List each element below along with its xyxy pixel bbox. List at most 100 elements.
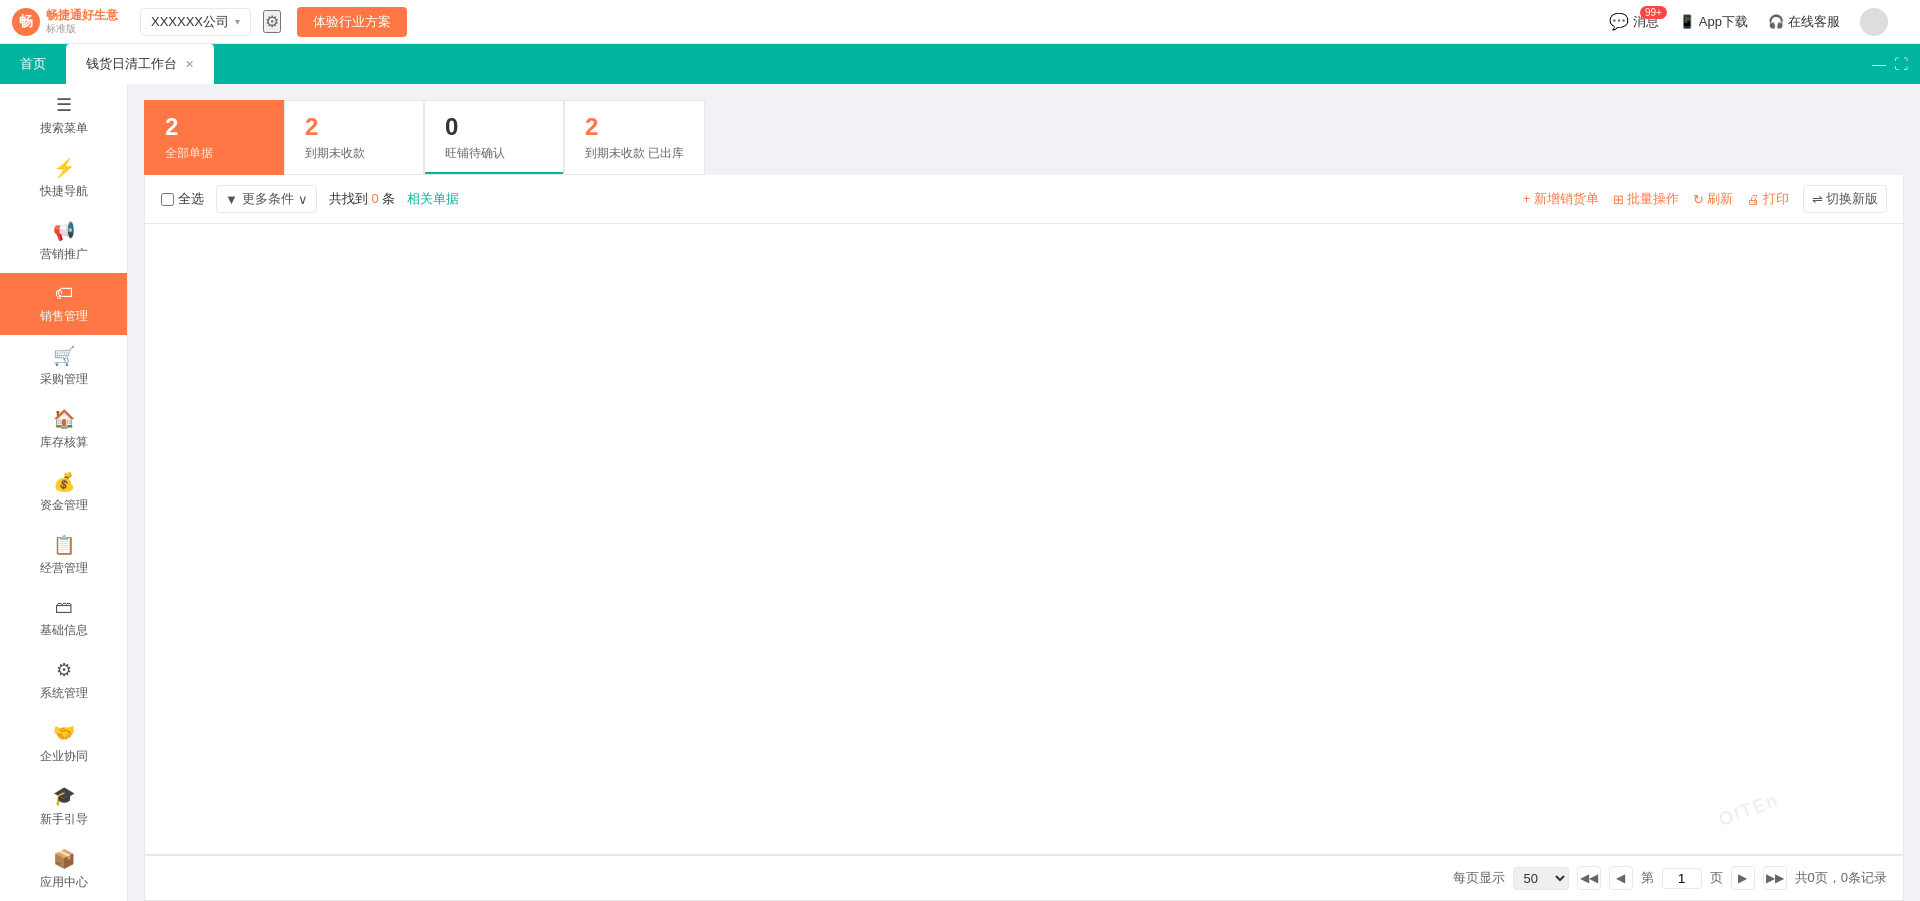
stat-num-wangpu: 0 <box>445 113 543 141</box>
toolbar: 全选 ▼ 更多条件 ∨ 共找到 0 条 相关单据 + 新增销货单 ⊞ 批量操作 <box>144 175 1904 224</box>
filter-icon: ▼ <box>225 192 238 207</box>
company-selector[interactable]: XXXXXX公司 ▾ <box>140 8 251 36</box>
table-area <box>144 224 1904 855</box>
refresh-icon: ↻ <box>1693 192 1704 207</box>
sidebar-label-inventory: 库存核算 <box>40 434 88 451</box>
select-all-area[interactable]: 全选 <box>161 190 204 208</box>
stat-num-overdue-out: 2 <box>585 113 684 141</box>
sidebar-item-newguide[interactable]: 🎓 新手引导 <box>0 775 127 838</box>
stat-num-all: 2 <box>165 113 263 141</box>
sidebar-label-marketing: 营销推广 <box>40 246 88 263</box>
page-input[interactable] <box>1662 868 1702 889</box>
prev-page-btn[interactable]: ◀ <box>1609 866 1633 890</box>
main-layout: ☰ 搜索菜单 ⚡ 快捷导航 📢 营销推广 🏷 销售管理 🛒 采购管理 🏠 库存核… <box>0 84 1920 901</box>
logo-main: 畅捷通好生意 <box>46 8 118 22</box>
app-download-label: App下载 <box>1699 13 1748 31</box>
switch-label: 切换新版 <box>1826 190 1878 208</box>
maximize-icon[interactable]: ⛶ <box>1894 56 1908 72</box>
sidebar-item-enterprise[interactable]: 🤝 企业协同 <box>0 712 127 775</box>
logo-text: 畅捷通好生意 标准版 <box>46 8 118 34</box>
stats-cards: 2 全部单据 2 到期未收款 0 旺铺待确认 2 到期未收款 已出库 <box>128 84 1920 175</box>
nav-tabs: 首页 钱货日清工作台 ✕ — ⛶ <box>0 44 1920 84</box>
add-btn[interactable]: + 新增销货单 <box>1523 190 1599 208</box>
settings-button[interactable]: ⚙ <box>263 10 281 33</box>
switch-icon: ⇌ <box>1812 192 1823 207</box>
close-tab-icon[interactable]: ✕ <box>185 58 194 71</box>
filter-label: 更多条件 <box>242 190 294 208</box>
chevron-down-icon: ▾ <box>235 16 240 27</box>
per-page-select[interactable]: 50 100 200 <box>1513 867 1569 890</box>
sidebar-item-system[interactable]: ⚙ 系统管理 <box>0 649 127 712</box>
batch-icon: ⊞ <box>1613 192 1624 207</box>
bell-icon: 💬 <box>1609 12 1629 31</box>
sidebar-item-appcenter[interactable]: 📦 应用中心 <box>0 838 127 901</box>
tab-qianhuo[interactable]: 钱货日清工作台 ✕ <box>66 44 214 84</box>
filter-btn[interactable]: ▼ 更多条件 ∨ <box>216 185 317 213</box>
select-all-label: 全选 <box>178 190 204 208</box>
batch-btn[interactable]: ⊞ 批量操作 <box>1613 190 1679 208</box>
sidebar-item-inventory[interactable]: 🏠 库存核算 <box>0 398 127 461</box>
sidebar-item-search[interactable]: ☰ 搜索菜单 <box>0 84 127 147</box>
stat-card-all[interactable]: 2 全部单据 <box>144 100 284 175</box>
sidebar-label-basics: 基础信息 <box>40 622 88 639</box>
stat-card-overdue[interactable]: 2 到期未收款 <box>284 100 424 175</box>
found-count-num: 0 <box>372 191 379 206</box>
headset-icon: 🎧 <box>1768 14 1784 29</box>
sidebar-item-finance[interactable]: 💰 资金管理 <box>0 461 127 524</box>
toolbar-right: + 新增销货单 ⊞ 批量操作 ↻ 刷新 🖨 打印 ⇌ 切换新版 <box>1523 185 1887 213</box>
sidebar-label-operations: 经营管理 <box>40 560 88 577</box>
per-page-label: 每页显示 <box>1453 869 1505 887</box>
phone-icon: 📱 <box>1679 14 1695 29</box>
content-area: 2 全部单据 2 到期未收款 0 旺铺待确认 2 到期未收款 已出库 全选 <box>128 84 1920 901</box>
notification-area[interactable]: 💬 消息 99+ <box>1609 12 1659 31</box>
company-name: XXXXXX公司 <box>151 13 229 31</box>
sidebar-item-operations[interactable]: 📋 经营管理 <box>0 524 127 587</box>
sidebar-item-basics[interactable]: 🗃 基础信息 <box>0 587 127 649</box>
refresh-label: 刷新 <box>1707 190 1733 208</box>
related-btn[interactable]: 相关单据 <box>407 190 459 208</box>
top-header: 畅 畅捷通好生意 标准版 XXXXXX公司 ▾ ⚙ 体验行业方案 💬 消息 99… <box>0 0 1920 44</box>
search-icon: ☰ <box>56 94 72 116</box>
select-all-checkbox[interactable] <box>161 193 174 206</box>
header-right: 💬 消息 99+ 📱 App下载 🎧 在线客服 <box>1609 8 1908 36</box>
tab-indicator-all <box>145 172 283 174</box>
sidebar-item-quicknav[interactable]: ⚡ 快捷导航 <box>0 147 127 210</box>
last-page-btn[interactable]: ▶▶ <box>1763 866 1787 890</box>
tab-home[interactable]: 首页 <box>0 44 66 84</box>
minimize-icon[interactable]: — <box>1872 56 1886 72</box>
online-service-label: 在线客服 <box>1788 13 1840 31</box>
stat-num-overdue: 2 <box>305 113 403 141</box>
sidebar-label-purchase: 采购管理 <box>40 371 88 388</box>
next-page-btn[interactable]: ▶ <box>1731 866 1755 890</box>
total-info: 共0页，0条记录 <box>1795 869 1887 887</box>
page-suffix: 页 <box>1710 869 1723 887</box>
refresh-btn[interactable]: ↻ 刷新 <box>1693 190 1733 208</box>
grad-icon: 🎓 <box>53 785 75 807</box>
pagination-bar: 每页显示 50 100 200 ◀◀ ◀ 第 页 ▶ ▶▶ 共0页，0条记录 <box>144 855 1904 901</box>
print-btn[interactable]: 🖨 打印 <box>1747 190 1789 208</box>
online-service[interactable]: 🎧 在线客服 <box>1768 13 1840 31</box>
first-page-btn[interactable]: ◀◀ <box>1577 866 1601 890</box>
sidebar: ☰ 搜索菜单 ⚡ 快捷导航 📢 营销推广 🏷 销售管理 🛒 采购管理 🏠 库存核… <box>0 84 128 901</box>
sidebar-label-quicknav: 快捷导航 <box>40 183 88 200</box>
stat-card-overdue-out[interactable]: 2 到期未收款 已出库 <box>564 100 705 175</box>
stat-card-wangpu[interactable]: 0 旺铺待确认 <box>424 100 564 175</box>
logo-sub: 标准版 <box>46 23 118 35</box>
money-icon: 💰 <box>53 471 75 493</box>
logo-area: 畅 畅捷通好生意 标准版 <box>12 8 140 36</box>
cart-icon: 🛒 <box>53 345 75 367</box>
tab-indicator-wangpu <box>425 172 563 174</box>
stat-label-overdue: 到期未收款 <box>305 145 403 162</box>
sidebar-item-marketing[interactable]: 📢 营销推广 <box>0 210 127 273</box>
sidebar-item-sales[interactable]: 🏷 销售管理 <box>0 273 127 335</box>
user-avatar[interactable] <box>1860 8 1888 36</box>
app-download[interactable]: 📱 App下载 <box>1679 13 1748 31</box>
chevron-icon: ∨ <box>298 192 308 207</box>
sidebar-label-search: 搜索菜单 <box>40 120 88 137</box>
sidebar-label-sales: 销售管理 <box>40 308 88 325</box>
sidebar-label-appcenter: 应用中心 <box>40 874 88 891</box>
experience-btn[interactable]: 体验行业方案 <box>297 7 407 37</box>
switch-btn[interactable]: ⇌ 切换新版 <box>1803 185 1887 213</box>
sidebar-item-purchase[interactable]: 🛒 采购管理 <box>0 335 127 398</box>
stat-label-overdue-out: 到期未收款 已出库 <box>585 145 684 162</box>
